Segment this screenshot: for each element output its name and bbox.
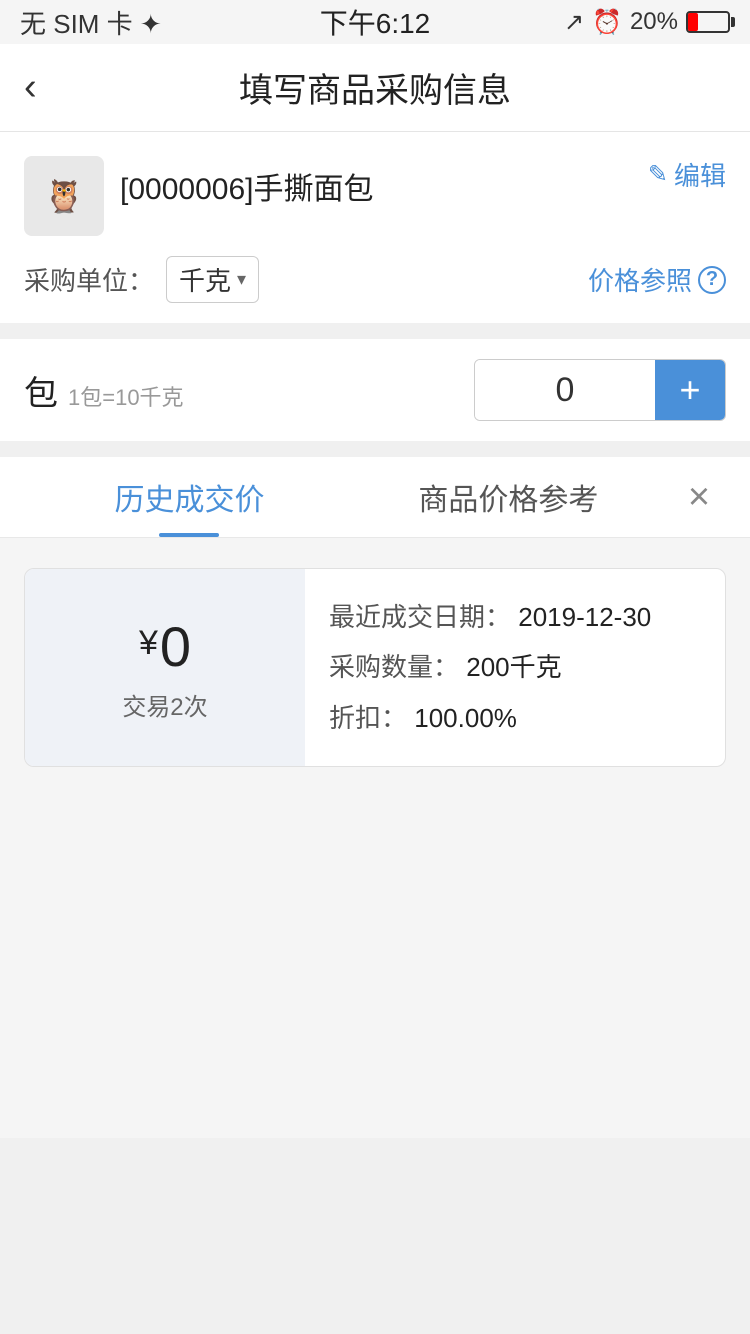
last-trade-date-value: 2019-12-30 [518, 602, 651, 632]
discount-value: 100.00% [414, 703, 517, 733]
edit-icon: ✎ [648, 160, 668, 189]
product-header: 🦉 [0000006]手撕面包 ✎ 编辑 [24, 156, 726, 236]
trade-count: 交易2次 [122, 687, 207, 722]
qty-sub-label: 1包=10千克 [68, 380, 184, 412]
battery-percent: 20% [630, 8, 678, 36]
history-content: ¥ 0 交易2次 最近成交日期： 2019-12-30 采购数量： 200千克 … [0, 538, 750, 1138]
qty-unit-label: 包 [24, 366, 58, 415]
location-icon: ↗ [564, 8, 584, 37]
purchase-qty-label: 采购数量： [329, 652, 459, 682]
status-right: ↗ ⏰ 20% [564, 8, 730, 37]
tab-close-button[interactable]: × [668, 466, 720, 529]
discount-row: 折扣： 100.00% [329, 700, 701, 736]
qty-input[interactable] [475, 360, 655, 420]
status-bar: 无 SIM 卡 ✦ 下午6:12 ↗ ⏰ 20% [0, 0, 750, 44]
price-reference-button[interactable]: 价格参照 ? [588, 261, 726, 298]
page-title: 填写商品采购信息 [239, 63, 511, 112]
tab-price-ref-label: 商品价格参考 [418, 475, 598, 519]
edit-label: 编辑 [674, 156, 726, 193]
currency-symbol: ¥ [139, 624, 158, 663]
alarm-icon: ⏰ [592, 8, 622, 37]
purchase-qty-row: 采购数量： 200千克 [329, 649, 701, 685]
status-time: 下午6:12 [320, 2, 431, 42]
status-left: 无 SIM 卡 ✦ [20, 4, 162, 41]
purchase-qty-value: 200千克 [466, 652, 561, 682]
qty-control: + [474, 359, 726, 421]
edit-button[interactable]: ✎ 编辑 [648, 156, 726, 193]
tab-history-label: 历史成交价 [114, 475, 264, 519]
tab-history-price[interactable]: 历史成交价 [30, 457, 349, 537]
history-card-right: 最近成交日期： 2019-12-30 采购数量： 200千克 折扣： 100.0… [305, 569, 725, 766]
nav-bar: ‹ 填写商品采购信息 [0, 44, 750, 132]
unit-value: 千克 [179, 261, 231, 298]
product-left: 🦉 [0000006]手撕面包 [24, 156, 373, 236]
price-ref-label: 价格参照 [588, 261, 692, 298]
history-card: ¥ 0 交易2次 最近成交日期： 2019-12-30 采购数量： 200千克 … [24, 568, 726, 767]
qty-label: 包 1包=10千克 [24, 366, 184, 415]
unit-text-label: 采购单位： [24, 261, 154, 298]
product-thumbnail: 🦉 [24, 156, 104, 236]
price-amount: 0 [160, 614, 191, 679]
unit-row: 采购单位： 千克 ▾ [24, 256, 259, 303]
history-price-display: ¥ 0 [139, 614, 191, 679]
tab-product-price-ref[interactable]: 商品价格参考 [349, 457, 668, 537]
unit-select-dropdown[interactable]: 千克 ▾ [166, 256, 259, 303]
back-button[interactable]: ‹ [24, 66, 37, 109]
tab-underline [159, 533, 219, 537]
help-icon: ? [698, 266, 726, 294]
product-footer: 采购单位： 千克 ▾ 价格参照 ? [24, 256, 726, 303]
discount-label: 折扣： [329, 703, 407, 733]
product-card: 🦉 [0000006]手撕面包 ✎ 编辑 采购单位： 千克 ▾ 价格参照 ? [0, 132, 750, 323]
caret-icon: ▾ [237, 269, 246, 290]
battery-icon [686, 11, 730, 33]
qty-plus-button[interactable]: + [655, 360, 725, 420]
sim-status: 无 SIM 卡 ✦ [20, 4, 162, 41]
last-trade-date-row: 最近成交日期： 2019-12-30 [329, 599, 701, 635]
last-trade-date-label: 最近成交日期： [329, 602, 511, 632]
tab-bar: 历史成交价 商品价格参考 × [0, 457, 750, 538]
history-card-left: ¥ 0 交易2次 [25, 569, 305, 766]
section-divider [0, 441, 750, 457]
owl-icon: 🦉 [44, 177, 84, 215]
product-name: [0000006]手撕面包 [120, 164, 373, 208]
quantity-row: 包 1包=10千克 + [0, 339, 750, 441]
